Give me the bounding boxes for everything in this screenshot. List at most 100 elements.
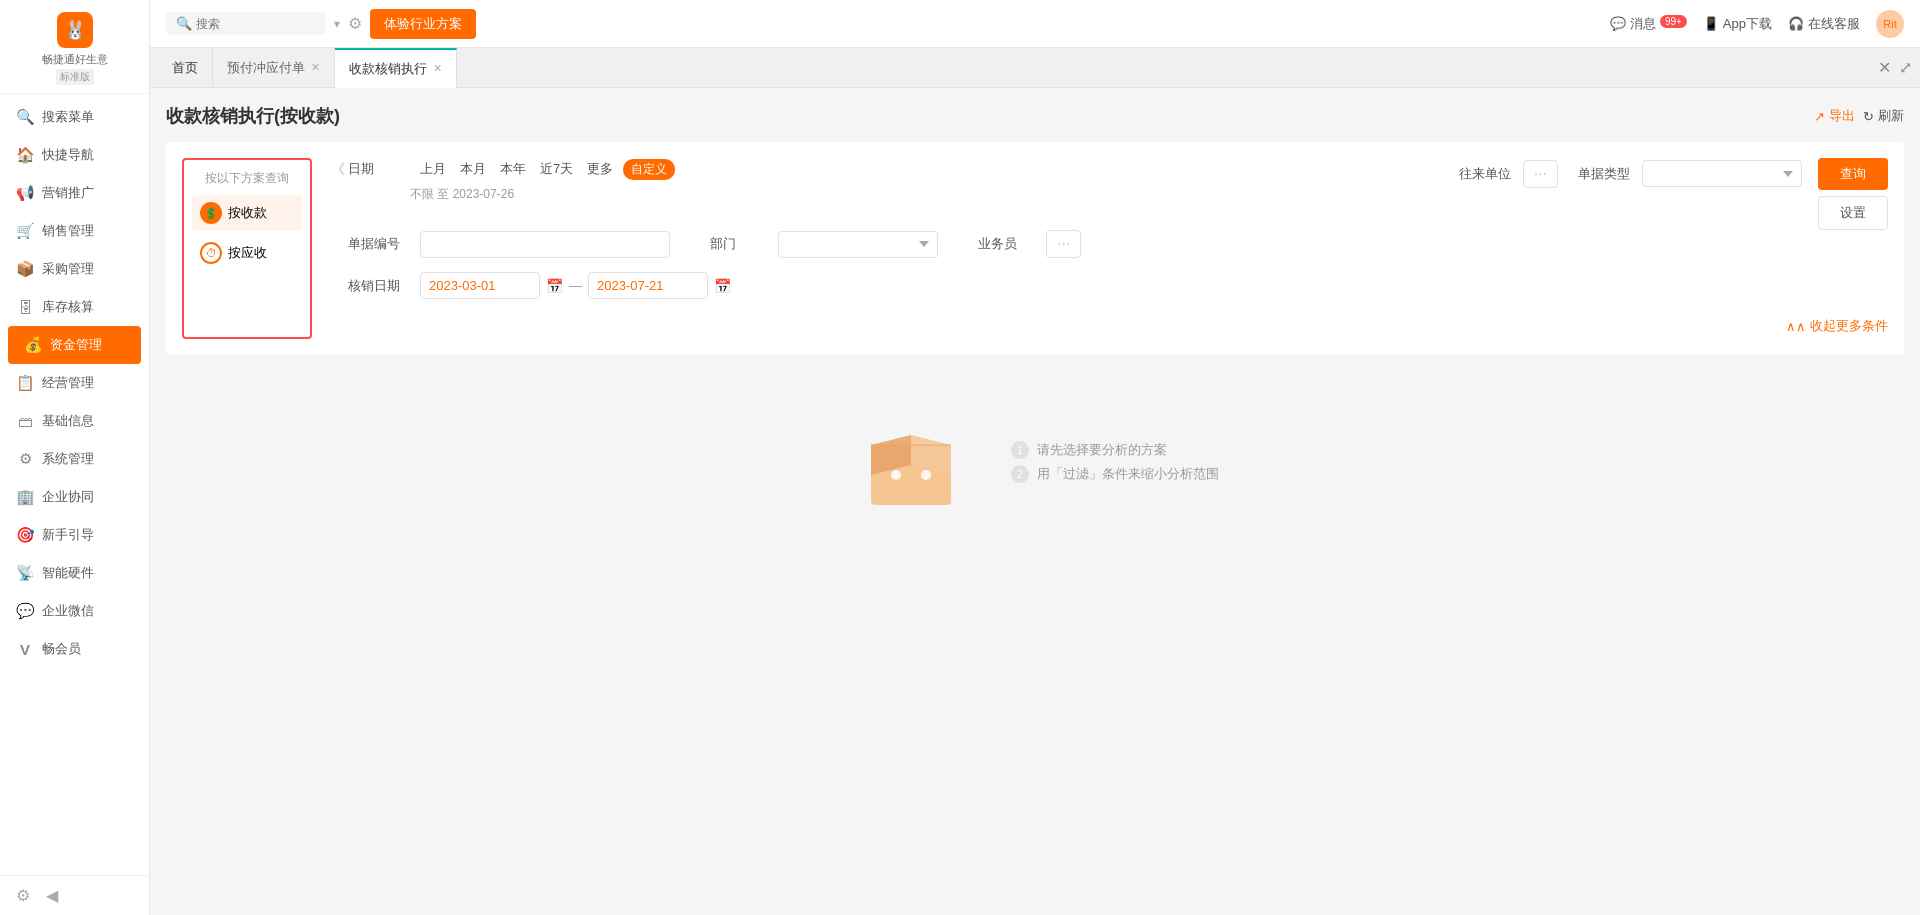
empty-hint-1: 1 请先选择要分析的方案 bbox=[1011, 441, 1219, 459]
sidebar-item-label: 畅会员 bbox=[42, 640, 81, 658]
by-payable-icon: ⏱ bbox=[200, 242, 222, 264]
writeoff-end-input[interactable] bbox=[588, 272, 708, 299]
more-conditions: ∧∧ 收起更多条件 bbox=[348, 313, 1888, 339]
date-opt-custom[interactable]: 自定义 bbox=[623, 159, 675, 180]
date-label: 日期 bbox=[348, 160, 396, 178]
staff-picker[interactable]: ··· bbox=[1046, 230, 1081, 258]
collapse-sidebar-icon[interactable]: ◀ bbox=[46, 886, 58, 905]
sidebar-item-sales[interactable]: 🛒 销售管理 bbox=[0, 212, 149, 250]
page-title: 收款核销执行(按收款) bbox=[166, 104, 340, 128]
refresh-button[interactable]: ↻ 刷新 bbox=[1863, 107, 1904, 125]
writeoff-start-input[interactable] bbox=[420, 272, 540, 299]
empty-text: 1 请先选择要分析的方案 2 用「过滤」条件来缩小分析范围 bbox=[1011, 441, 1219, 489]
by-payable-label: 按应收 bbox=[228, 244, 267, 262]
tab-prepay-close[interactable]: ✕ bbox=[311, 61, 320, 74]
industry-btn[interactable]: 体验行业方案 bbox=[370, 9, 476, 39]
sidebar-item-hardware[interactable]: 📡 智能硬件 bbox=[0, 554, 149, 592]
sidebar-item-label: 新手引导 bbox=[42, 526, 94, 544]
main-area: 🔍 ▾ ⚙ 体验行业方案 💬 消息 99+ 📱 App下载 🎧 在线客服 Ri bbox=[150, 0, 1920, 915]
filter-option-by-payable[interactable]: ⏱ 按应收 bbox=[192, 235, 302, 271]
tab-home[interactable]: 首页 bbox=[158, 48, 213, 88]
doc-no-label: 单据编号 bbox=[348, 235, 400, 253]
sidebar-item-label: 企业微信 bbox=[42, 602, 94, 620]
messages-badge: 99+ bbox=[1660, 15, 1687, 28]
refresh-icon: ↻ bbox=[1863, 109, 1874, 124]
counterpart-label: 往来单位 bbox=[1459, 165, 1515, 183]
setting-button[interactable]: 设置 bbox=[1818, 196, 1888, 230]
app-logo: 🐰 畅捷通好生意 标准版 bbox=[0, 0, 149, 94]
date-opt-this-year[interactable]: 本年 bbox=[496, 158, 530, 180]
sidebar-item-label: 搜索菜单 bbox=[42, 108, 94, 126]
sales-icon: 🛒 bbox=[16, 222, 34, 240]
by-receipt-icon: 💲 bbox=[200, 202, 222, 224]
tab-writeoff[interactable]: 收款核销执行 ✕ bbox=[335, 48, 457, 88]
sidebar-item-label: 系统管理 bbox=[42, 450, 94, 468]
sidebar-item-wechat[interactable]: 💬 企业微信 bbox=[0, 592, 149, 630]
enterprise-icon: 🏢 bbox=[16, 488, 34, 506]
app-download-item[interactable]: 📱 App下载 bbox=[1703, 15, 1772, 33]
date-opt-last-month[interactable]: 上月 bbox=[416, 158, 450, 180]
calendar-end-icon[interactable]: 📅 bbox=[714, 278, 731, 294]
sidebar-item-member[interactable]: V 畅会员 bbox=[0, 630, 149, 668]
tabbar-right: ✕ ⤢ bbox=[1878, 58, 1912, 77]
sidebar-footer: ⚙ ◀ bbox=[0, 875, 149, 915]
sidebar-item-operation[interactable]: 📋 经营管理 bbox=[0, 364, 149, 402]
svg-point-3 bbox=[891, 470, 901, 480]
messages-item[interactable]: 💬 消息 99+ bbox=[1610, 15, 1687, 33]
export-button[interactable]: ↗ 导出 bbox=[1814, 107, 1855, 125]
sidebar-item-system[interactable]: ⚙ 系统管理 bbox=[0, 440, 149, 478]
operation-icon: 📋 bbox=[16, 374, 34, 392]
sidebar-item-basic[interactable]: 🗃 基础信息 bbox=[0, 402, 149, 440]
date-opt-more[interactable]: 更多 bbox=[583, 158, 617, 180]
counterpart-picker[interactable]: ··· bbox=[1523, 160, 1558, 188]
logo-icon: 🐰 bbox=[57, 12, 93, 48]
topbar-gear-icon[interactable]: ⚙ bbox=[348, 14, 362, 33]
sidebar-item-enterprise[interactable]: 🏢 企业协同 bbox=[0, 478, 149, 516]
tab-prepay[interactable]: 预付冲应付单 ✕ bbox=[213, 48, 335, 88]
filter-row-docno: 单据编号 部门 业务员 ··· bbox=[348, 230, 1888, 258]
sidebar-item-search[interactable]: 🔍 搜索菜单 bbox=[0, 98, 149, 136]
filter-actions: 查询 设置 bbox=[1818, 158, 1888, 230]
collapse-filter-btn[interactable]: 《 bbox=[328, 160, 348, 180]
settings-footer-icon[interactable]: ⚙ bbox=[16, 886, 30, 905]
expand-tab-btn[interactable]: ⤢ bbox=[1899, 58, 1912, 77]
empty-state: 1 请先选择要分析的方案 2 用「过滤」条件来缩小分析范围 bbox=[166, 355, 1904, 575]
date-opt-this-month[interactable]: 本月 bbox=[456, 158, 490, 180]
topbar-search-box[interactable]: 🔍 bbox=[166, 12, 326, 35]
doc-no-input[interactable] bbox=[420, 231, 670, 258]
tab-writeoff-close[interactable]: ✕ bbox=[433, 62, 442, 75]
wechat-icon: 💬 bbox=[16, 602, 34, 620]
sidebar-item-finance[interactable]: 💰 资金管理 bbox=[8, 326, 141, 364]
department-select[interactable] bbox=[778, 231, 938, 258]
staff-label: 业务员 bbox=[978, 235, 1026, 253]
calendar-start-icon[interactable]: 📅 bbox=[546, 278, 563, 294]
sidebar-item-inventory[interactable]: 🗄 库存核算 bbox=[0, 288, 149, 326]
online-service-label: 在线客服 bbox=[1808, 15, 1860, 33]
tabbar: 首页 预付冲应付单 ✕ 收款核销执行 ✕ ✕ ⤢ bbox=[150, 48, 1920, 88]
online-service-item[interactable]: 🎧 在线客服 bbox=[1788, 15, 1860, 33]
more-conditions-btn[interactable]: ∧∧ 收起更多条件 bbox=[1786, 317, 1888, 335]
empty-hint-1-text: 请先选择要分析的方案 bbox=[1037, 441, 1167, 459]
topbar-dropdown-icon[interactable]: ▾ bbox=[334, 17, 340, 31]
user-profile[interactable]: Rit bbox=[1876, 10, 1904, 38]
sidebar-item-guide[interactable]: 🎯 新手引导 bbox=[0, 516, 149, 554]
query-button[interactable]: 查询 bbox=[1818, 158, 1888, 190]
filter-row-date: 日期 上月 本月 本年 近7天 更多 自定义 bbox=[348, 158, 1459, 180]
close-tab-btn[interactable]: ✕ bbox=[1878, 58, 1891, 77]
filter-option-by-receipt[interactable]: 💲 按收款 bbox=[192, 195, 302, 231]
search-icon: 🔍 bbox=[176, 16, 192, 31]
messages-label: 消息 bbox=[1630, 15, 1656, 33]
search-input[interactable] bbox=[196, 17, 306, 31]
writeoff-date-label: 核销日期 bbox=[348, 277, 400, 295]
filter-row-writeoff-date: 核销日期 📅 — 📅 bbox=[348, 272, 1888, 299]
sidebar-item-label: 销售管理 bbox=[42, 222, 94, 240]
sidebar-item-purchase[interactable]: 📦 采购管理 bbox=[0, 250, 149, 288]
date-opt-7days[interactable]: 近7天 bbox=[536, 158, 577, 180]
service-icon: 🎧 bbox=[1788, 16, 1804, 31]
member-icon: V bbox=[16, 641, 34, 658]
phone-icon: 📱 bbox=[1703, 16, 1719, 31]
sidebar-item-label: 基础信息 bbox=[42, 412, 94, 430]
sidebar-item-quick-nav[interactable]: 🏠 快捷导航 bbox=[0, 136, 149, 174]
sidebar-item-marketing[interactable]: 📢 营销推广 bbox=[0, 174, 149, 212]
doc-type-select[interactable] bbox=[1642, 160, 1802, 187]
